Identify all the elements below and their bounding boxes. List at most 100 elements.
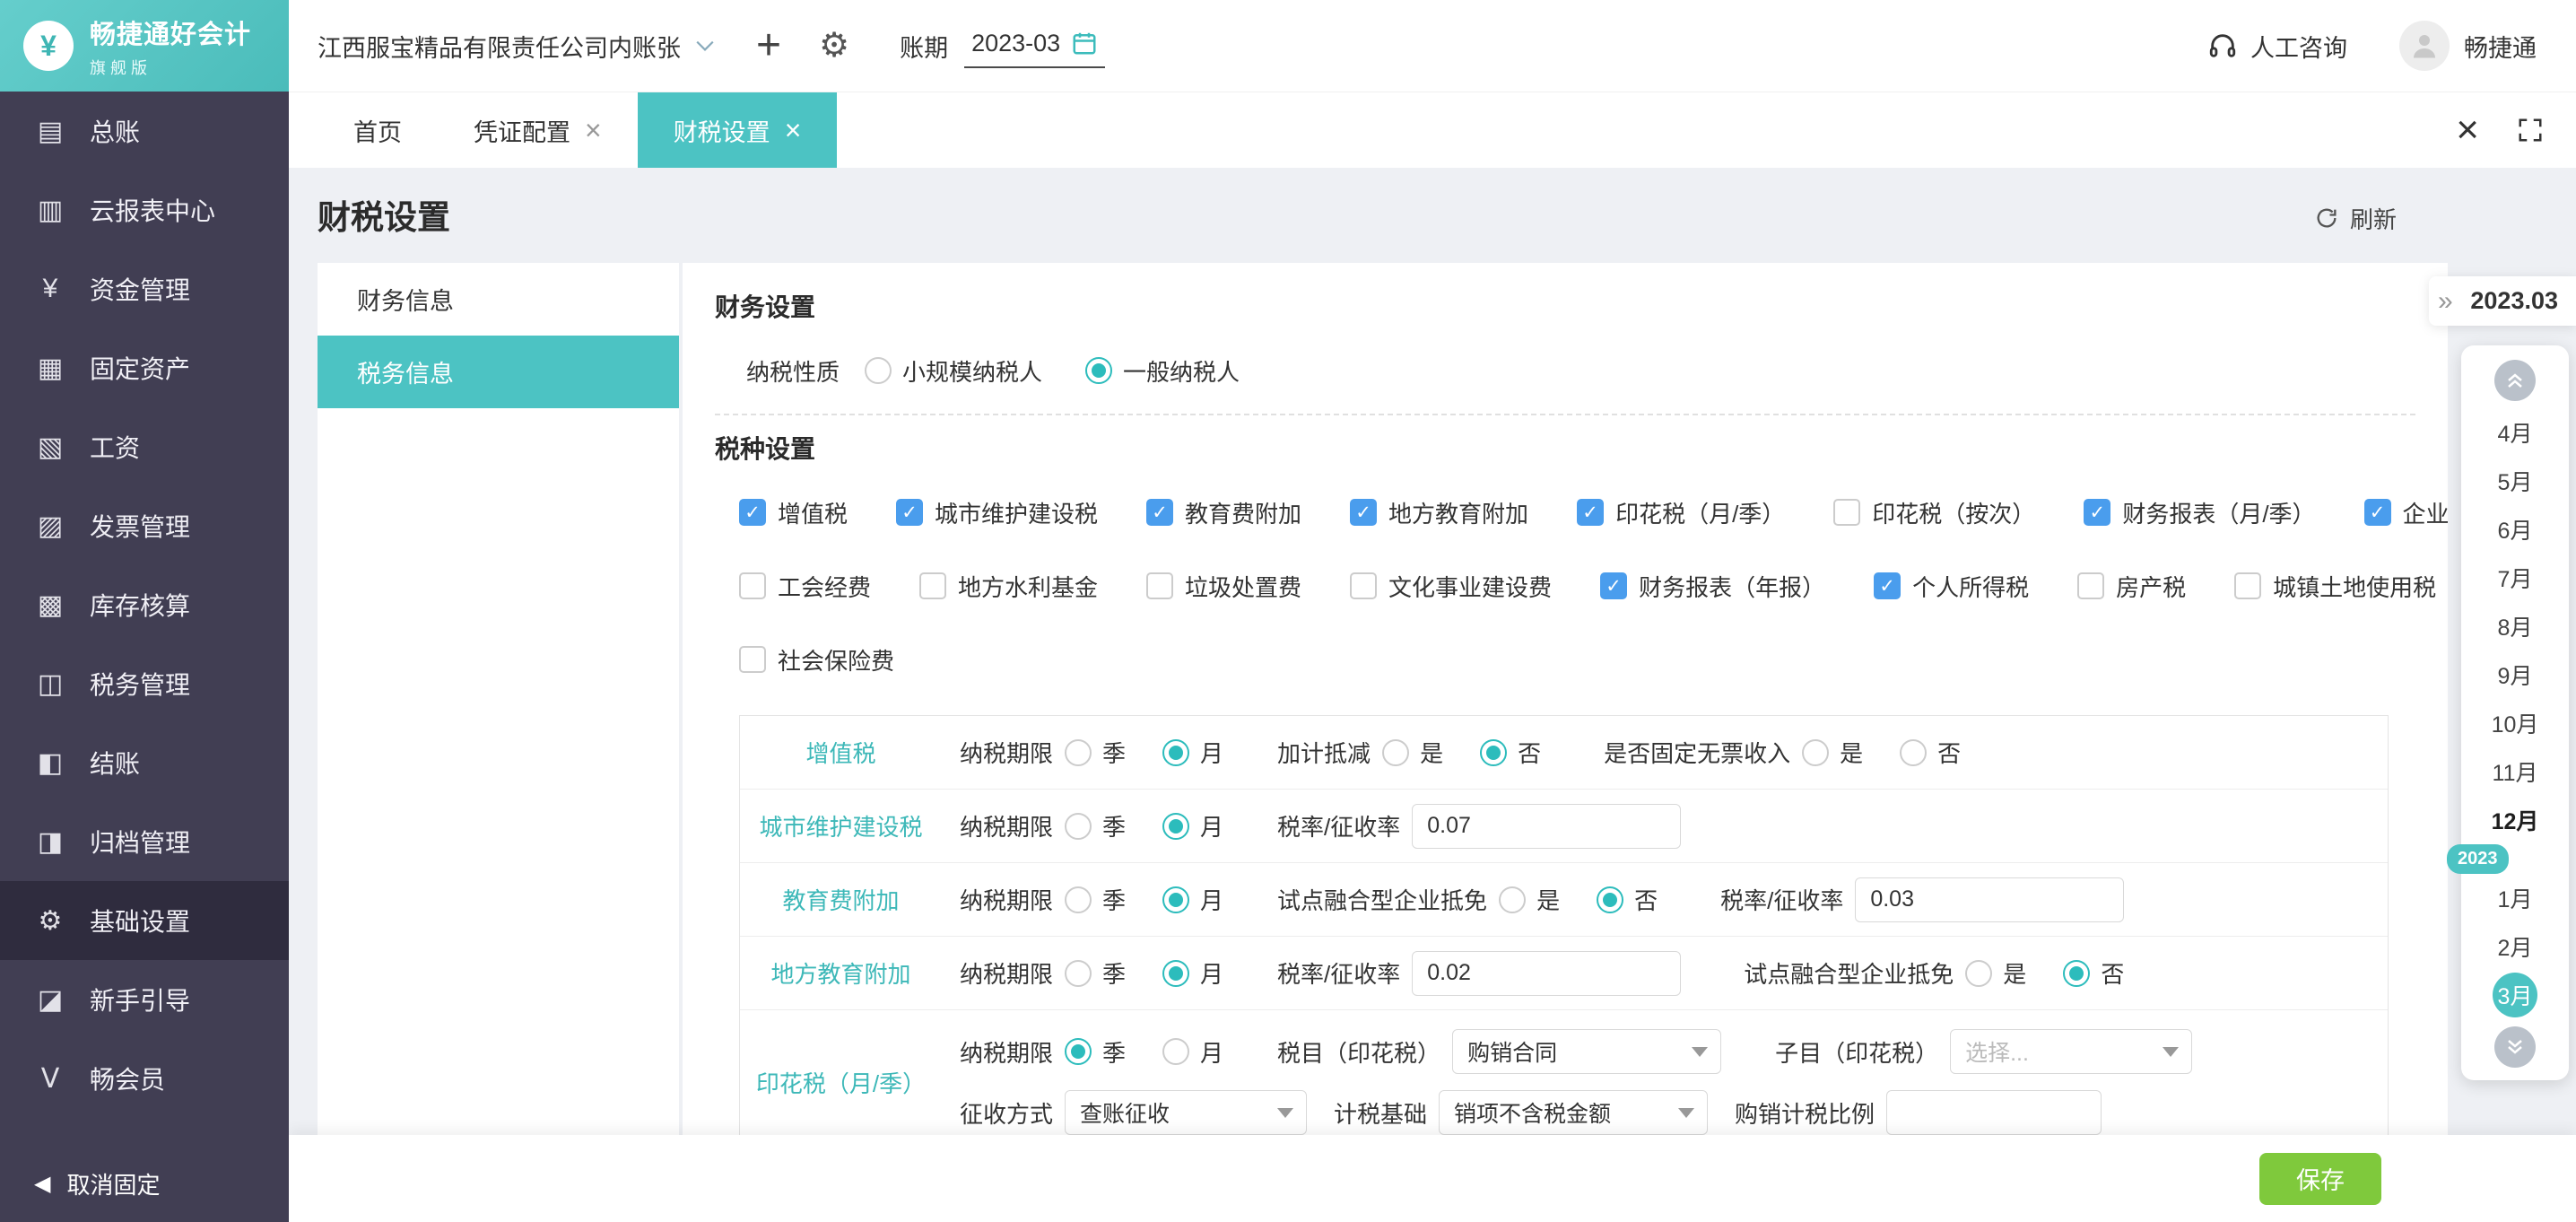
radio-yes[interactable]: 是 (1965, 956, 2026, 990)
checkbox-icon[interactable] (2234, 572, 2262, 599)
save-button[interactable]: 保存 (2259, 1152, 2381, 1205)
tab-home[interactable]: 首页 (318, 92, 438, 168)
sidebar-item-fixed-assets[interactable]: ▦ 固定资产 (0, 328, 289, 407)
sidebar-item-member[interactable]: Ⅴ 畅会员 (0, 1039, 289, 1118)
sidebar-item-tax-management[interactable]: ◫ 税务管理 (0, 644, 289, 723)
checkbox-culture-fee[interactable]: 文化事业建设费 (1350, 570, 1552, 603)
checkbox-icon[interactable] (739, 572, 766, 599)
month-item[interactable]: 12月 (2461, 796, 2569, 844)
checkbox-urban-land-use-tax[interactable]: 城镇土地使用税 (2234, 570, 2436, 603)
row-title-stamp-tax[interactable]: 印花税（月/季） (740, 1066, 942, 1099)
close-icon[interactable]: × (785, 116, 802, 144)
month-item[interactable]: 8月 (2461, 602, 2569, 650)
sidebar-item-closing[interactable]: ◧ 结账 (0, 723, 289, 802)
accounting-period-picker[interactable]: 2023-03 (964, 24, 1106, 68)
radio-month[interactable]: 月 (1162, 1035, 1223, 1069)
radio-quarter[interactable]: 季 (1065, 736, 1126, 769)
collection-method-select[interactable]: 查账征收 (1065, 1090, 1308, 1135)
checkbox-stamp-tax-monthly[interactable]: 印花税（月/季） (1577, 496, 1785, 529)
checkbox-water-fund[interactable]: 地方水利基金 (919, 570, 1098, 603)
subnav-item-tax-info[interactable]: 税务信息 (318, 336, 679, 408)
month-item[interactable]: 2月 (2461, 922, 2569, 971)
refresh-button[interactable]: 刷新 (2314, 202, 2397, 235)
checkbox-financial-statements-annual[interactable]: 财务报表（年报） (1600, 570, 1825, 603)
rate-input[interactable] (1412, 803, 1682, 849)
radio-no[interactable]: 否 (1900, 736, 1961, 769)
sidebar-item-inventory[interactable]: ▩ 库存核算 (0, 565, 289, 644)
radio-yes[interactable]: 是 (1499, 883, 1560, 916)
row-title-vat[interactable]: 增值税 (740, 736, 942, 769)
checkbox-icon[interactable] (739, 499, 766, 526)
tax-item-select[interactable]: 购销合同 (1452, 1029, 1722, 1074)
row-title-local-education[interactable]: 地方教育附加 (740, 956, 942, 990)
user-avatar[interactable] (2399, 21, 2450, 71)
ratio-input[interactable] (1886, 1090, 2102, 1135)
radio-yes[interactable]: 是 (1802, 736, 1863, 769)
checkbox-local-education-surcharge[interactable]: 地方教育附加 (1350, 496, 1528, 529)
rate-input[interactable] (1412, 950, 1682, 996)
sidebar-item-invoices[interactable]: ▨ 发票管理 (0, 486, 289, 565)
checkbox-icon[interactable] (1350, 499, 1378, 526)
month-item[interactable]: 1月 (2461, 874, 2569, 922)
close-icon[interactable]: × (2456, 110, 2479, 150)
checkbox-icon[interactable] (1577, 499, 1605, 526)
tax-sub-select[interactable]: 选择... (1950, 1029, 2193, 1074)
radio-no[interactable]: 否 (1480, 736, 1541, 769)
scroll-down-button[interactable] (2494, 1026, 2536, 1068)
checkbox-icon[interactable] (2077, 572, 2105, 599)
checkbox-icon[interactable] (2363, 499, 2391, 526)
checkbox-icon[interactable] (1833, 499, 1861, 526)
checkbox-urban-construction-tax[interactable]: 城市维护建设税 (896, 496, 1098, 529)
checkbox-icon[interactable] (896, 499, 924, 526)
radio-general-taxpayer[interactable]: 一般纳税人 (1085, 354, 1240, 388)
row-title-education[interactable]: 教育费附加 (740, 883, 942, 916)
row-title-urban[interactable]: 城市维护建设税 (740, 809, 942, 842)
radio-quarter[interactable]: 季 (1065, 1035, 1126, 1069)
checkbox-icon[interactable] (2084, 499, 2111, 526)
checkbox-icon[interactable] (1600, 572, 1628, 599)
radio-icon[interactable] (865, 357, 892, 384)
checkbox-social-insurance[interactable]: 社会保险费 (739, 643, 894, 676)
radio-month[interactable]: 月 (1162, 736, 1223, 769)
checkbox-stamp-tax-per-time[interactable]: 印花税（按次） (1833, 496, 2035, 529)
checkbox-icon[interactable] (1146, 499, 1174, 526)
sidebar-item-basic-settings[interactable]: ⚙ 基础设置 (0, 881, 289, 960)
gear-icon[interactable]: ⚙ (819, 29, 849, 63)
tab-voucher-config[interactable]: 凭证配置 × (438, 92, 638, 168)
radio-no[interactable]: 否 (1597, 883, 1658, 916)
username[interactable]: 畅捷通 (2464, 29, 2537, 64)
sidebar-item-archive[interactable]: ◨ 归档管理 (0, 802, 289, 881)
checkbox-icon[interactable] (919, 572, 947, 599)
tab-fiscal-tax-settings[interactable]: 财税设置 × (637, 92, 838, 168)
radio-quarter[interactable]: 季 (1065, 956, 1126, 990)
checkbox-personal-income-tax[interactable]: 个人所得税 (1874, 570, 2029, 603)
company-selector[interactable]: 江西服宝精品有限责任公司内账张 (318, 29, 715, 64)
month-item[interactable]: 7月 (2461, 554, 2569, 602)
checkbox-icon[interactable] (1350, 572, 1378, 599)
sidebar-item-salary[interactable]: ▧ 工资 (0, 407, 289, 486)
month-item-selected[interactable]: 3月 (2461, 971, 2569, 1019)
support-button[interactable]: 人工咨询 (2207, 29, 2347, 64)
radio-month[interactable]: 月 (1162, 883, 1223, 916)
month-item[interactable]: 11月 (2461, 747, 2569, 796)
fullscreen-icon[interactable] (2517, 117, 2544, 144)
radio-yes[interactable]: 是 (1382, 736, 1443, 769)
radio-no[interactable]: 否 (2063, 956, 2124, 990)
month-item[interactable]: 9月 (2461, 650, 2569, 699)
sidebar-item-beginner-guide[interactable]: ◪ 新手引导 (0, 960, 289, 1039)
radio-quarter[interactable]: 季 (1065, 809, 1126, 842)
subnav-item-finance-info[interactable]: 财务信息 (318, 263, 679, 336)
checkbox-vat[interactable]: 增值税 (739, 496, 848, 529)
month-item[interactable]: 10月 (2461, 699, 2569, 747)
checkbox-garbage-fee[interactable]: 垃圾处置费 (1146, 570, 1301, 603)
radio-small-scale-taxpayer[interactable]: 小规模纳税人 (865, 354, 1042, 388)
chevrons-right-icon[interactable]: » (2429, 276, 2462, 326)
checkbox-financial-statements-monthly[interactable]: 财务报表（月/季） (2084, 496, 2316, 529)
sidebar-item-cloud-reports[interactable]: ▥ 云报表中心 (0, 170, 289, 249)
close-icon[interactable]: × (585, 116, 602, 144)
sidebar-item-funds[interactable]: ¥ 资金管理 (0, 249, 289, 328)
rate-input[interactable] (1855, 877, 2125, 922)
tax-basis-select[interactable]: 销项不含税金额 (1439, 1090, 1709, 1135)
radio-month[interactable]: 月 (1162, 956, 1223, 990)
unpin-button[interactable]: ◀ 取消固定 (0, 1145, 289, 1222)
